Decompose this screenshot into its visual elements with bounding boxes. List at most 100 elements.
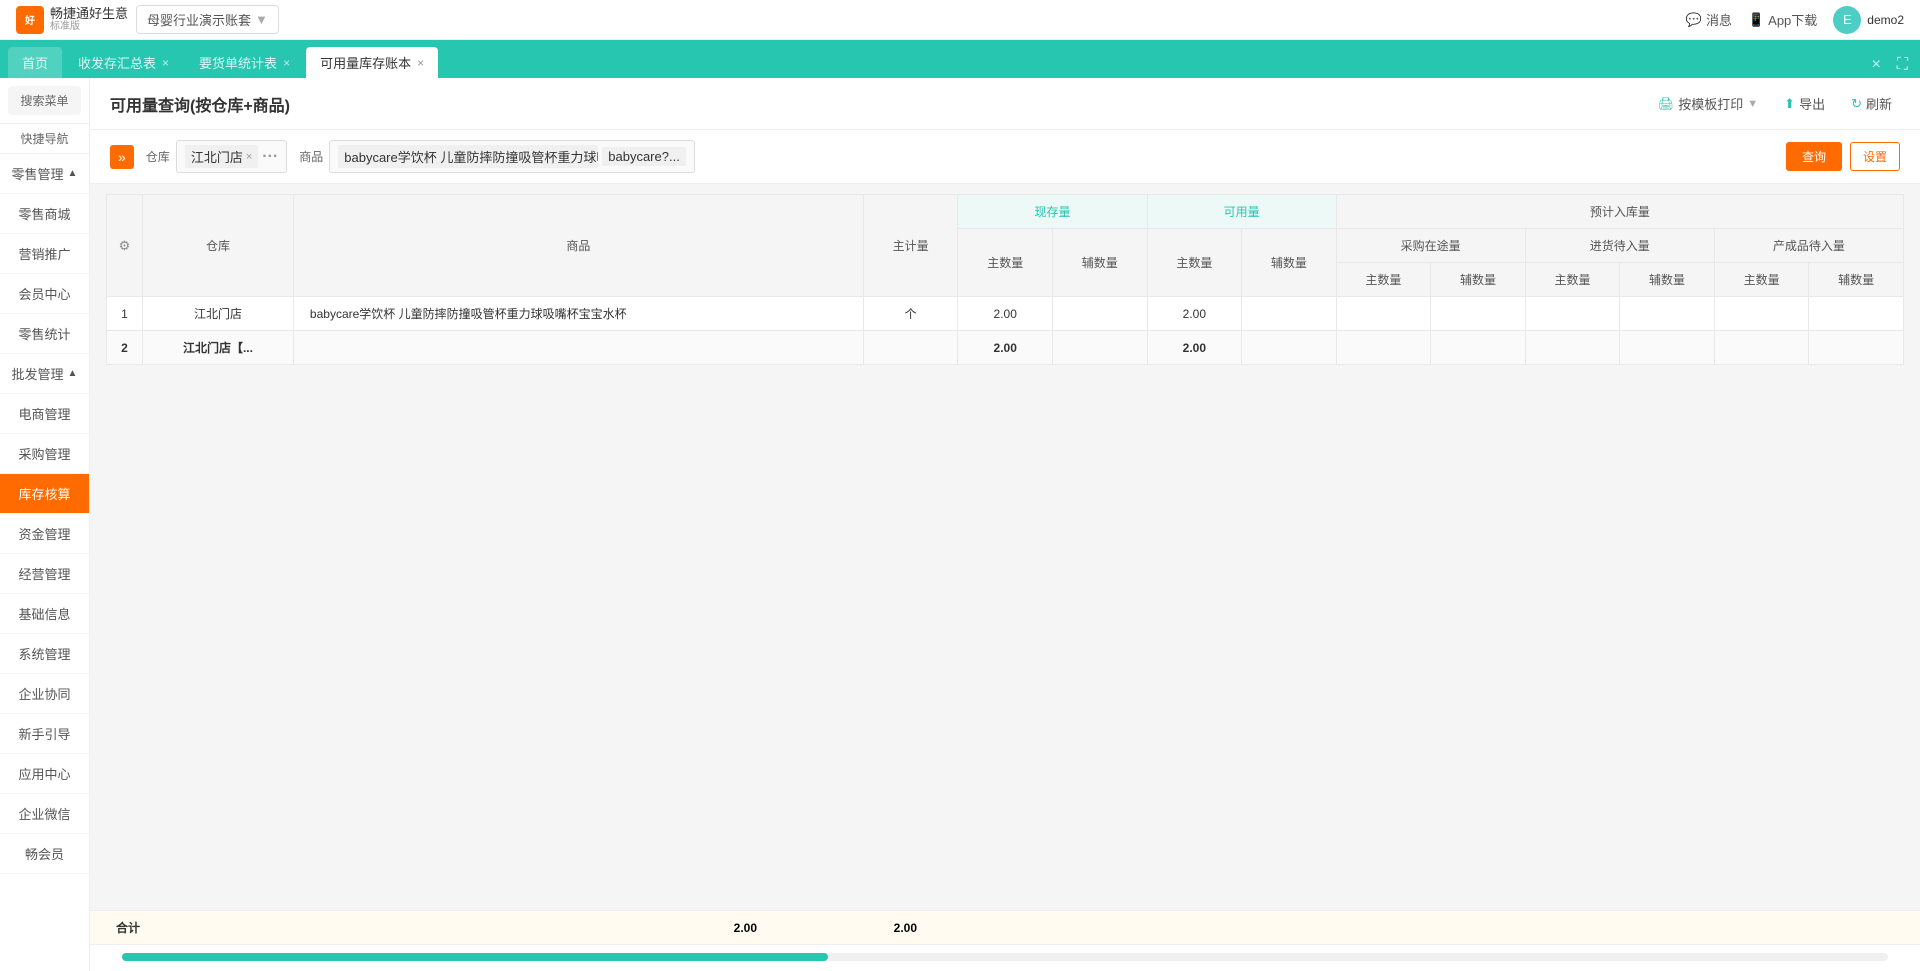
product-input[interactable]: babycare学饮杯 儿童防摔防撞吸管杯重力球吸嘴杯宝宝水杯 × babyca… <box>329 140 695 173</box>
th-pur-transit-sub: 辅数量 <box>1431 263 1526 297</box>
row-index: 2 <box>107 331 143 365</box>
sidebar-item-enterprise-collab[interactable]: 企业协同 <box>0 674 89 714</box>
export-button[interactable]: ⬆ 导出 <box>1776 90 1833 117</box>
sidebar-item-system-mgmt[interactable]: 系统管理 <box>0 634 89 674</box>
sidebar-item-finance-mgmt[interactable]: 资金管理 <box>0 514 89 554</box>
row-index: 1 <box>107 297 143 331</box>
row-unit: 个 <box>863 297 958 331</box>
tab-order-stats[interactable]: 要货单统计表 × <box>185 47 304 78</box>
logo-area: 好 畅捷通好生意 标准版 <box>16 6 128 34</box>
nav-tabs: 首页 收发存汇总表 × 要货单统计表 × 可用量库存账本 × × ⛶ <box>0 40 1920 78</box>
top-bar: 好 畅捷通好生意 标准版 母婴行业演示账套 ▼ 💬 消息 📱 App下载 E d… <box>0 0 1920 40</box>
sidebar-item-operations-mgmt[interactable]: 经营管理 <box>0 554 89 594</box>
sidebar-item-label: 库存核算 <box>18 484 70 503</box>
nav-right-actions: × ⛶ <box>1867 52 1912 78</box>
sidebar-item-label: 采购管理 <box>18 444 70 463</box>
row-product <box>293 331 863 365</box>
sidebar-item-label: 零售统计 <box>18 324 70 343</box>
row-prod-sub <box>1809 331 1904 365</box>
sidebar-search-area: 搜索菜单 <box>0 78 89 124</box>
close-icon[interactable]: × <box>162 56 169 70</box>
scrollbar-area <box>90 944 1920 971</box>
row-avail-sub <box>1242 297 1337 331</box>
nav-expand-icon[interactable]: ⛶ <box>1893 52 1912 78</box>
print-template-button[interactable]: 🖨 按模板打印 ▼ <box>1650 90 1766 117</box>
sidebar-item-app-center[interactable]: 应用中心 <box>0 754 89 794</box>
th-import-main: 主数量 <box>1525 263 1620 297</box>
warehouse-more-icon[interactable]: ··· <box>262 148 278 166</box>
sidebar-item-ecommerce-mgmt[interactable]: 电商管理 <box>0 394 89 434</box>
row-avail-main: 2.00 <box>1147 297 1242 331</box>
warehouse-input[interactable]: 江北门店 × ··· <box>176 140 287 173</box>
warehouse-tag-close[interactable]: × <box>246 151 252 163</box>
row-import-main <box>1525 331 1620 365</box>
avatar: E <box>1833 6 1861 34</box>
row-warehouse: 江北门店【... <box>143 331 294 365</box>
expand-filter-button[interactable]: » <box>110 145 134 169</box>
warehouse-label: 仓库 <box>146 148 170 165</box>
store-selector[interactable]: 母婴行业演示账套 ▼ <box>136 5 279 34</box>
sidebar-item-marketing[interactable]: 营销推广 <box>0 234 89 274</box>
search-menu-button[interactable]: 搜索菜单 <box>8 86 81 115</box>
sidebar-item-label: 资金管理 <box>18 524 70 543</box>
sidebar-quick-nav[interactable]: 快捷导航 <box>0 124 89 154</box>
close-icon[interactable]: × <box>283 56 290 70</box>
table-row: 1 江北门店 babycare学饮杯 儿童防摔防撞吸管杯重力球吸嘴杯宝宝水杯 个… <box>107 297 1904 331</box>
sidebar-item-purchase-mgmt[interactable]: 采购管理 <box>0 434 89 474</box>
sidebar-item-retail-mgmt[interactable]: 零售管理 ▲ <box>0 154 89 194</box>
sidebar-item-label: 零售管理 <box>12 164 64 183</box>
sidebar-item-new-guide[interactable]: 新手引导 <box>0 714 89 754</box>
user-area[interactable]: E demo2 <box>1833 6 1904 34</box>
sidebar-item-inventory-mgmt[interactable]: 库存核算 <box>0 474 89 514</box>
th-prod-sub: 辅数量 <box>1809 263 1904 297</box>
query-button[interactable]: 查询 <box>1786 142 1842 171</box>
footer-label: 合计 <box>106 919 226 936</box>
sidebar-item-member-center[interactable]: 会员中心 <box>0 274 89 314</box>
sidebar-item-label: 基础信息 <box>18 604 70 623</box>
row-unit <box>863 331 958 365</box>
arrow-icon: ▲ <box>68 368 78 379</box>
sidebar-item-retail-mall[interactable]: 零售商城 <box>0 194 89 234</box>
row-import-main <box>1525 297 1620 331</box>
tab-available-stock[interactable]: 可用量库存账本 × <box>306 47 438 78</box>
export-icon: ⬆ <box>1784 96 1795 112</box>
row-prod-main <box>1714 297 1809 331</box>
product-label: 商品 <box>299 148 323 165</box>
nav-close-icon[interactable]: × <box>1867 52 1884 78</box>
sidebar-item-label: 会员中心 <box>18 284 70 303</box>
th-purchase-transit: 采购在途量 <box>1336 229 1525 263</box>
app-download-button[interactable]: 📱 App下载 <box>1748 10 1817 29</box>
horizontal-scrollbar-thumb[interactable] <box>122 953 828 961</box>
th-product: 商品 <box>293 195 863 297</box>
th-settings[interactable]: ⚙ <box>107 195 143 297</box>
row-warehouse: 江北门店 <box>143 297 294 331</box>
sidebar-item-enterprise-wechat[interactable]: 企业微信 <box>0 794 89 834</box>
settings-button[interactable]: 设置 <box>1850 142 1900 171</box>
product-tag-1: babycare学饮杯 儿童防摔防撞吸管杯重力球吸嘴杯宝宝水杯 × <box>338 145 598 168</box>
refresh-button[interactable]: ↻ 刷新 <box>1843 90 1900 117</box>
sidebar-item-retail-stats[interactable]: 零售统计 <box>0 314 89 354</box>
tab-receive-summary[interactable]: 收发存汇总表 × <box>64 47 183 78</box>
row-pur-main <box>1336 331 1431 365</box>
gear-icon[interactable]: ⚙ <box>119 238 131 253</box>
sidebar-item-label: 经营管理 <box>18 564 70 583</box>
sidebar: 搜索菜单 快捷导航 零售管理 ▲ 零售商城 营销推广 会员中心 零售统计 批发管… <box>0 78 90 971</box>
row-pur-sub <box>1431 331 1526 365</box>
sidebar-item-label: 零售商城 <box>18 204 70 223</box>
arrow-icon: ▲ <box>68 168 78 179</box>
th-prod-main: 主数量 <box>1714 263 1809 297</box>
horizontal-scrollbar-track[interactable] <box>122 953 1888 961</box>
sidebar-item-label: 畅会员 <box>25 844 64 863</box>
sidebar-item-wholesale-mgmt[interactable]: 批发管理 ▲ <box>0 354 89 394</box>
sidebar-item-member-plus[interactable]: 畅会员 <box>0 834 89 874</box>
tab-home[interactable]: 首页 <box>8 47 62 78</box>
sidebar-item-label: 营销推广 <box>18 244 70 263</box>
th-stock-sub-qty: 辅数量 <box>1053 229 1148 297</box>
footer-row: 合计 2.00 2.00 <box>106 919 1904 936</box>
sidebar-item-label: 企业协同 <box>18 684 70 703</box>
tab-order-label: 要货单统计表 <box>199 53 277 72</box>
close-icon[interactable]: × <box>417 56 424 70</box>
message-button[interactable]: 💬 消息 <box>1686 10 1732 29</box>
sidebar-item-basic-info[interactable]: 基础信息 <box>0 594 89 634</box>
data-table: ⚙ 仓库 商品 主计量 现存量 可用量 预计入库量 主数量 辅数量 主数量 辅数… <box>106 194 1904 365</box>
